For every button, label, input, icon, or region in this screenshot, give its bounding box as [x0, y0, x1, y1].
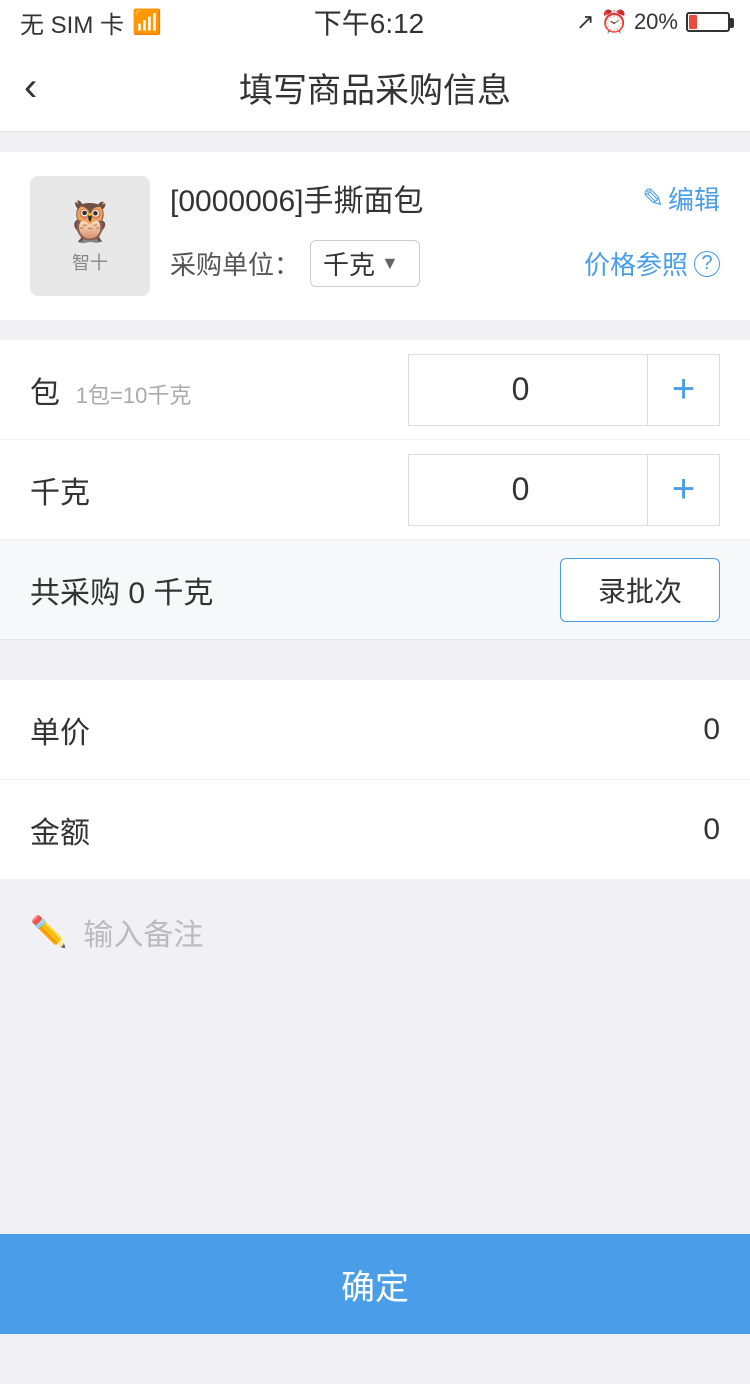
bag-plus-icon: + — [672, 367, 695, 412]
separator-3 — [0, 640, 750, 660]
product-card: 🦉 智十 [0000006]手撕面包 ✎ 编辑 采购单位： 千克 ▼ — [0, 152, 750, 320]
product-name: [0000006]手撕面包 — [170, 176, 423, 220]
unit-label: 采购单位： 千克 ▼ — [170, 240, 420, 287]
bag-row: 包 1包=10千克 + — [0, 340, 750, 440]
note-pencil-icon: ✏️ — [30, 915, 67, 950]
bag-quantity-input[interactable] — [408, 354, 648, 426]
amount-row: 金额 0 — [0, 780, 750, 880]
bag-plus-button[interactable]: + — [648, 354, 720, 426]
note-section[interactable]: ✏️ 输入备注 — [0, 880, 750, 984]
status-time: 下午6:12 — [314, 2, 425, 42]
note-placeholder-text: 输入备注 — [83, 910, 203, 954]
kg-row: 千克 + — [0, 440, 750, 540]
bag-input-group: + — [408, 354, 720, 426]
unit-label-text: 采购单位： — [170, 245, 300, 282]
confirm-button[interactable]: 确定 — [0, 1234, 750, 1334]
product-info: [0000006]手撕面包 ✎ 编辑 采购单位： 千克 ▼ 价格参照 ? — [170, 176, 720, 287]
product-brand: 智十 — [72, 249, 108, 275]
total-text: 共采购 0 千克 — [30, 568, 213, 612]
unit-value: 千克 — [323, 245, 375, 282]
kg-quantity-input[interactable] — [408, 454, 648, 526]
unit-price-label: 单价 — [30, 708, 90, 752]
battery-fill — [689, 15, 697, 29]
unit-row: 采购单位： 千克 ▼ 价格参照 ? — [170, 240, 720, 287]
bag-label: 包 — [30, 377, 60, 410]
status-left: 无 SIM 卡 📶 — [20, 5, 162, 40]
product-name-row: [0000006]手撕面包 ✎ 编辑 — [170, 176, 720, 220]
unit-select-dropdown[interactable]: 千克 ▼ — [310, 240, 420, 287]
product-owl-icon: 🦉 — [65, 198, 115, 245]
product-code: [0000006] — [170, 185, 303, 218]
info-section: 单价 0 金额 0 — [0, 680, 750, 880]
product-image: 🦉 智十 — [30, 176, 150, 296]
page-title: 填写商品采购信息 — [239, 63, 511, 112]
kg-plus-button[interactable]: + — [648, 454, 720, 526]
status-bar: 无 SIM 卡 📶 下午6:12 ↗ ⏰ 20% — [0, 0, 750, 44]
edit-icon: ✎ — [642, 183, 664, 214]
separator-1 — [0, 132, 750, 152]
price-ref-help-icon: ? — [694, 251, 720, 277]
bag-label-group: 包 1包=10千克 — [30, 368, 191, 412]
back-button[interactable]: ‹ — [24, 65, 37, 110]
edit-label: 编辑 — [668, 180, 720, 217]
carrier-text: 无 SIM 卡 — [20, 5, 124, 40]
edit-button[interactable]: ✎ 编辑 — [642, 180, 720, 217]
product-title: 手撕面包 — [303, 185, 423, 218]
unit-price-value: 0 — [703, 713, 720, 747]
battery-icon — [686, 12, 730, 32]
batch-button[interactable]: 录批次 — [560, 558, 720, 622]
confirm-label: 确定 — [341, 1260, 409, 1309]
bag-sublabel: 1包=10千克 — [76, 383, 192, 408]
wifi-icon: 📶 — [132, 8, 162, 37]
battery-percent: 20% — [634, 9, 678, 35]
kg-input-group: + — [408, 454, 720, 526]
unit-price-row: 单价 0 — [0, 680, 750, 780]
dropdown-arrow-icon: ▼ — [381, 253, 399, 274]
form-section: 包 1包=10千克 + 千克 + — [0, 340, 750, 540]
batch-label: 录批次 — [598, 570, 682, 610]
alarm-icon: ⏰ — [601, 9, 628, 35]
nav-bar: ‹ 填写商品采购信息 — [0, 44, 750, 132]
amount-label: 金额 — [30, 808, 90, 852]
separator-2 — [0, 320, 750, 340]
back-icon: ‹ — [24, 65, 37, 110]
total-row: 共采购 0 千克 录批次 — [0, 540, 750, 640]
kg-label: 千克 — [30, 468, 90, 512]
location-icon: ↗ — [576, 9, 594, 35]
amount-value: 0 — [703, 813, 720, 847]
kg-plus-icon: + — [672, 467, 695, 512]
price-ref-label: 价格参照 — [584, 245, 688, 282]
status-right: ↗ ⏰ 20% — [576, 9, 730, 35]
price-ref-button[interactable]: 价格参照 ? — [584, 245, 720, 282]
